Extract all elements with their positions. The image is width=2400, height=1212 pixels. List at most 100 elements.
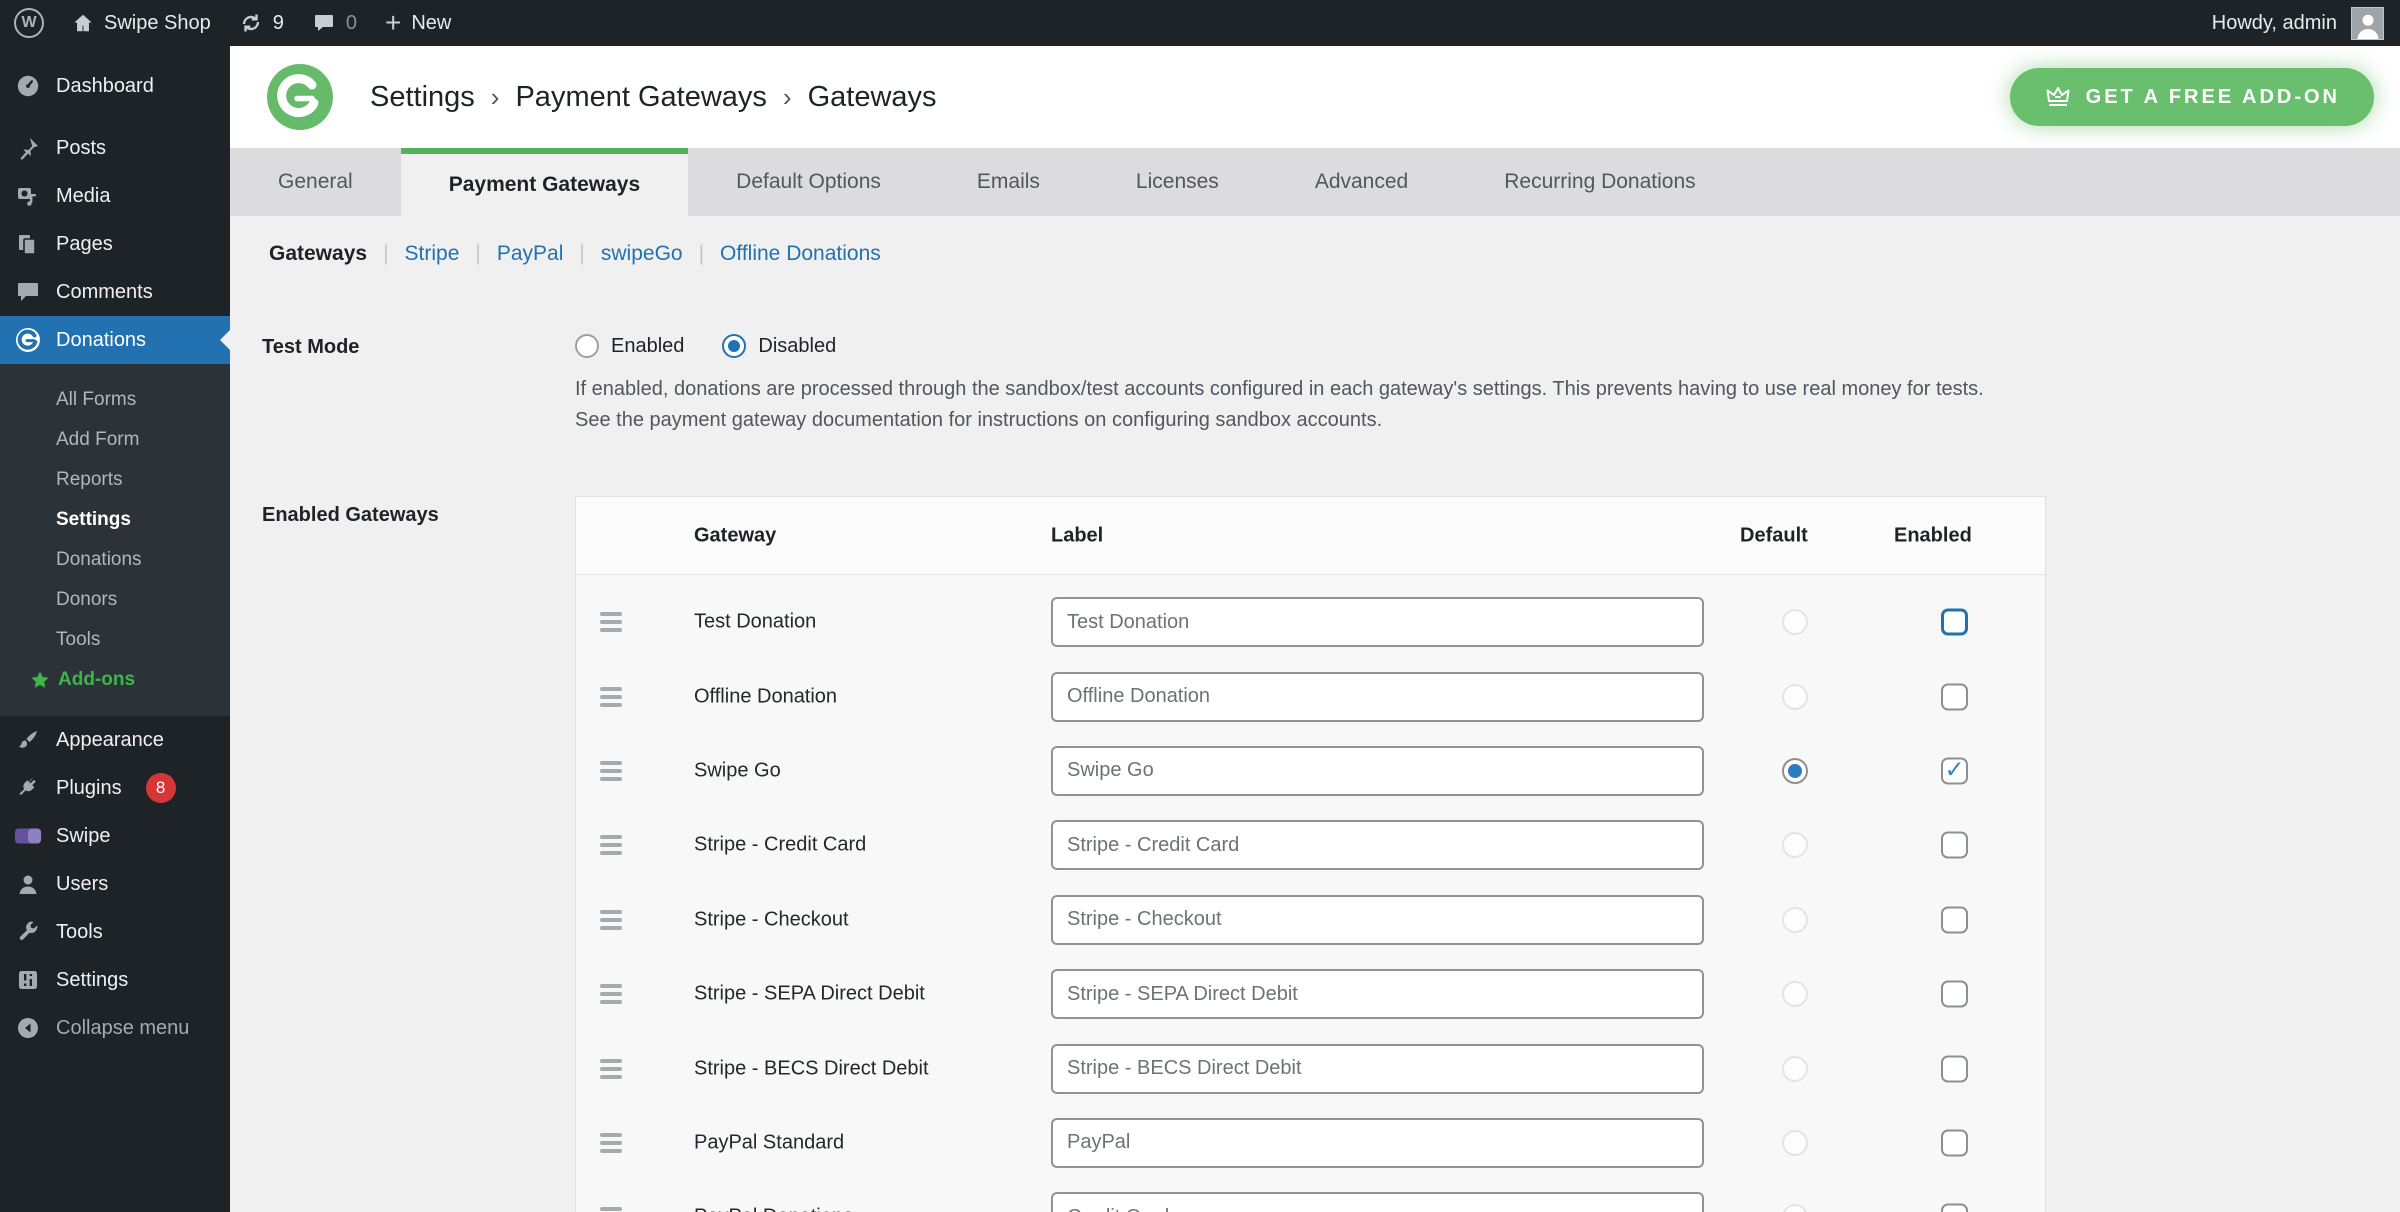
sidebar-item-comments[interactable]: Comments	[0, 268, 230, 316]
settings-sliders-icon	[14, 968, 42, 992]
gateway-label-input[interactable]	[1051, 671, 1704, 722]
gateway-label-input[interactable]	[1051, 894, 1704, 945]
tab-payment-gateways[interactable]: Payment Gateways	[400, 148, 689, 216]
submenu-tools[interactable]: Tools	[0, 620, 230, 660]
enabled-checkbox[interactable]: ✓	[1941, 831, 1968, 859]
drag-handle-icon[interactable]	[600, 984, 622, 1005]
tab-licenses[interactable]: Licenses	[1088, 148, 1267, 216]
enabled-checkbox[interactable]: ✓	[1941, 980, 1968, 1008]
appearance-icon	[14, 728, 42, 752]
drag-handle-icon[interactable]	[600, 1207, 622, 1212]
account-menu[interactable]: Howdy, admin	[2212, 6, 2400, 40]
wordpress-menu[interactable]: W	[0, 0, 58, 46]
default-radio[interactable]	[1782, 832, 1808, 859]
default-radio[interactable]	[1782, 1204, 1808, 1212]
drag-handle-icon[interactable]	[600, 909, 622, 930]
tab-default-options[interactable]: Default Options	[688, 148, 929, 216]
enabled-checkbox[interactable]: ✓	[1941, 1055, 1968, 1083]
tab-general[interactable]: General	[230, 148, 401, 216]
collapse-menu-button[interactable]: Collapse menu	[0, 1004, 230, 1052]
submenu-donations[interactable]: Donations	[0, 540, 230, 580]
tab-advanced[interactable]: Advanced	[1267, 148, 1456, 216]
enabled-checkbox[interactable]: ✓	[1941, 1203, 1968, 1212]
submenu-reports[interactable]: Reports	[0, 460, 230, 500]
drag-handle-icon[interactable]	[600, 1132, 622, 1153]
comments-indicator[interactable]: 0	[298, 0, 371, 46]
radio-disabled[interactable]	[722, 334, 747, 358]
collapse-menu-label: Collapse menu	[56, 1016, 190, 1039]
sidebar-item-posts[interactable]: Posts	[0, 124, 230, 172]
test-mode-enabled-option[interactable]: Enabled	[575, 334, 684, 358]
gateway-label-input[interactable]	[1051, 1117, 1704, 1168]
enabled-checkbox[interactable]: ✓	[1941, 683, 1968, 711]
gateway-name: Test Donation	[694, 610, 817, 633]
drag-handle-icon[interactable]	[600, 835, 622, 856]
updates-indicator[interactable]: 9	[225, 0, 298, 46]
gateway-label-input[interactable]	[1051, 1043, 1704, 1094]
tab-recurring-donations[interactable]: Recurring Donations	[1456, 148, 1743, 216]
submenu-add-form[interactable]: Add Form	[0, 420, 230, 460]
enabled-checkbox[interactable]: ✓	[1941, 1129, 1968, 1157]
default-radio[interactable]	[1782, 683, 1808, 710]
breadcrumb-settings[interactable]: Settings	[370, 81, 475, 114]
gateway-name: Stripe - Credit Card	[694, 833, 867, 856]
sidebar-item-tools[interactable]: Tools	[0, 908, 230, 956]
subnav-separator: |	[475, 242, 481, 265]
drag-handle-icon[interactable]	[600, 1058, 622, 1079]
pages-icon	[14, 232, 42, 256]
drag-handle-icon[interactable]	[600, 612, 622, 633]
subnav-gateways: Gateways	[269, 242, 368, 265]
donations-icon	[14, 327, 42, 353]
sidebar-item-pages[interactable]: Pages	[0, 220, 230, 268]
subnav-stripe-link[interactable]: Stripe	[405, 242, 460, 266]
sidebar-item-settings[interactable]: Settings	[0, 956, 230, 1004]
enabled-checkbox[interactable]: ✓	[1941, 757, 1968, 785]
dashboard-icon	[14, 74, 42, 98]
sidebar-item-plugins[interactable]: Plugins 8	[0, 764, 230, 812]
drag-handle-icon[interactable]	[600, 686, 622, 707]
sidebar-item-swipe[interactable]: Swipe	[0, 812, 230, 860]
submenu-settings[interactable]: Settings	[0, 500, 230, 540]
wordpress-logo-icon: W	[14, 8, 44, 38]
enabled-checkbox[interactable]: ✓	[1941, 608, 1968, 636]
sidebar-item-label: Swipe	[56, 824, 111, 847]
default-radio[interactable]	[1782, 906, 1808, 933]
submenu-all-forms[interactable]: All Forms	[0, 380, 230, 420]
enabled-checkbox[interactable]: ✓	[1941, 906, 1968, 934]
sidebar-item-media[interactable]: Media	[0, 172, 230, 220]
default-radio[interactable]	[1782, 757, 1808, 784]
subnav-offline-donations-link[interactable]: Offline Donations	[720, 242, 881, 266]
submenu-add-ons[interactable]: Add-ons	[0, 660, 230, 700]
sidebar-item-donations[interactable]: Donations	[0, 316, 230, 364]
sidebar-item-appearance[interactable]: Appearance	[0, 716, 230, 764]
get-free-addon-button[interactable]: GET A FREE ADD-ON	[2009, 68, 2374, 126]
radio-enabled[interactable]	[575, 334, 599, 358]
test-mode-disabled-option[interactable]: Disabled	[722, 334, 836, 358]
gateway-label-input[interactable]	[1051, 820, 1704, 871]
submenu-donors[interactable]: Donors	[0, 580, 230, 620]
gateway-label-input[interactable]	[1051, 1192, 1704, 1212]
subnav-swipego-link[interactable]: swipeGo	[601, 242, 683, 266]
enabled-gateways-label: Enabled Gateways	[262, 504, 439, 526]
gateway-label-input[interactable]	[1051, 597, 1704, 648]
breadcrumb-payment-gateways[interactable]: Payment Gateways	[515, 81, 766, 114]
site-link[interactable]: Swipe Shop	[58, 0, 225, 46]
sidebar-item-users[interactable]: Users	[0, 860, 230, 908]
tab-emails[interactable]: Emails	[929, 148, 1088, 216]
default-radio[interactable]	[1782, 609, 1808, 636]
gateway-label-input[interactable]	[1051, 969, 1704, 1020]
test-mode-description: If enabled, donations are processed thro…	[575, 374, 2075, 436]
sidebar-item-dashboard[interactable]: Dashboard	[0, 62, 230, 110]
table-row: Stripe - Credit Card ✓	[576, 808, 2045, 882]
subnav-paypal-link[interactable]: PayPal	[497, 242, 564, 266]
column-gateway: Gateway	[694, 524, 777, 546]
sidebar-item-label: Comments	[56, 280, 153, 303]
default-radio[interactable]	[1782, 981, 1808, 1008]
drag-handle-icon[interactable]	[600, 760, 622, 781]
breadcrumb-separator: ›	[490, 81, 500, 112]
default-radio[interactable]	[1782, 1055, 1808, 1082]
new-label: New	[411, 11, 452, 34]
default-radio[interactable]	[1782, 1129, 1808, 1156]
gateway-label-input[interactable]	[1051, 745, 1704, 796]
new-menu[interactable]: + New	[371, 0, 465, 46]
